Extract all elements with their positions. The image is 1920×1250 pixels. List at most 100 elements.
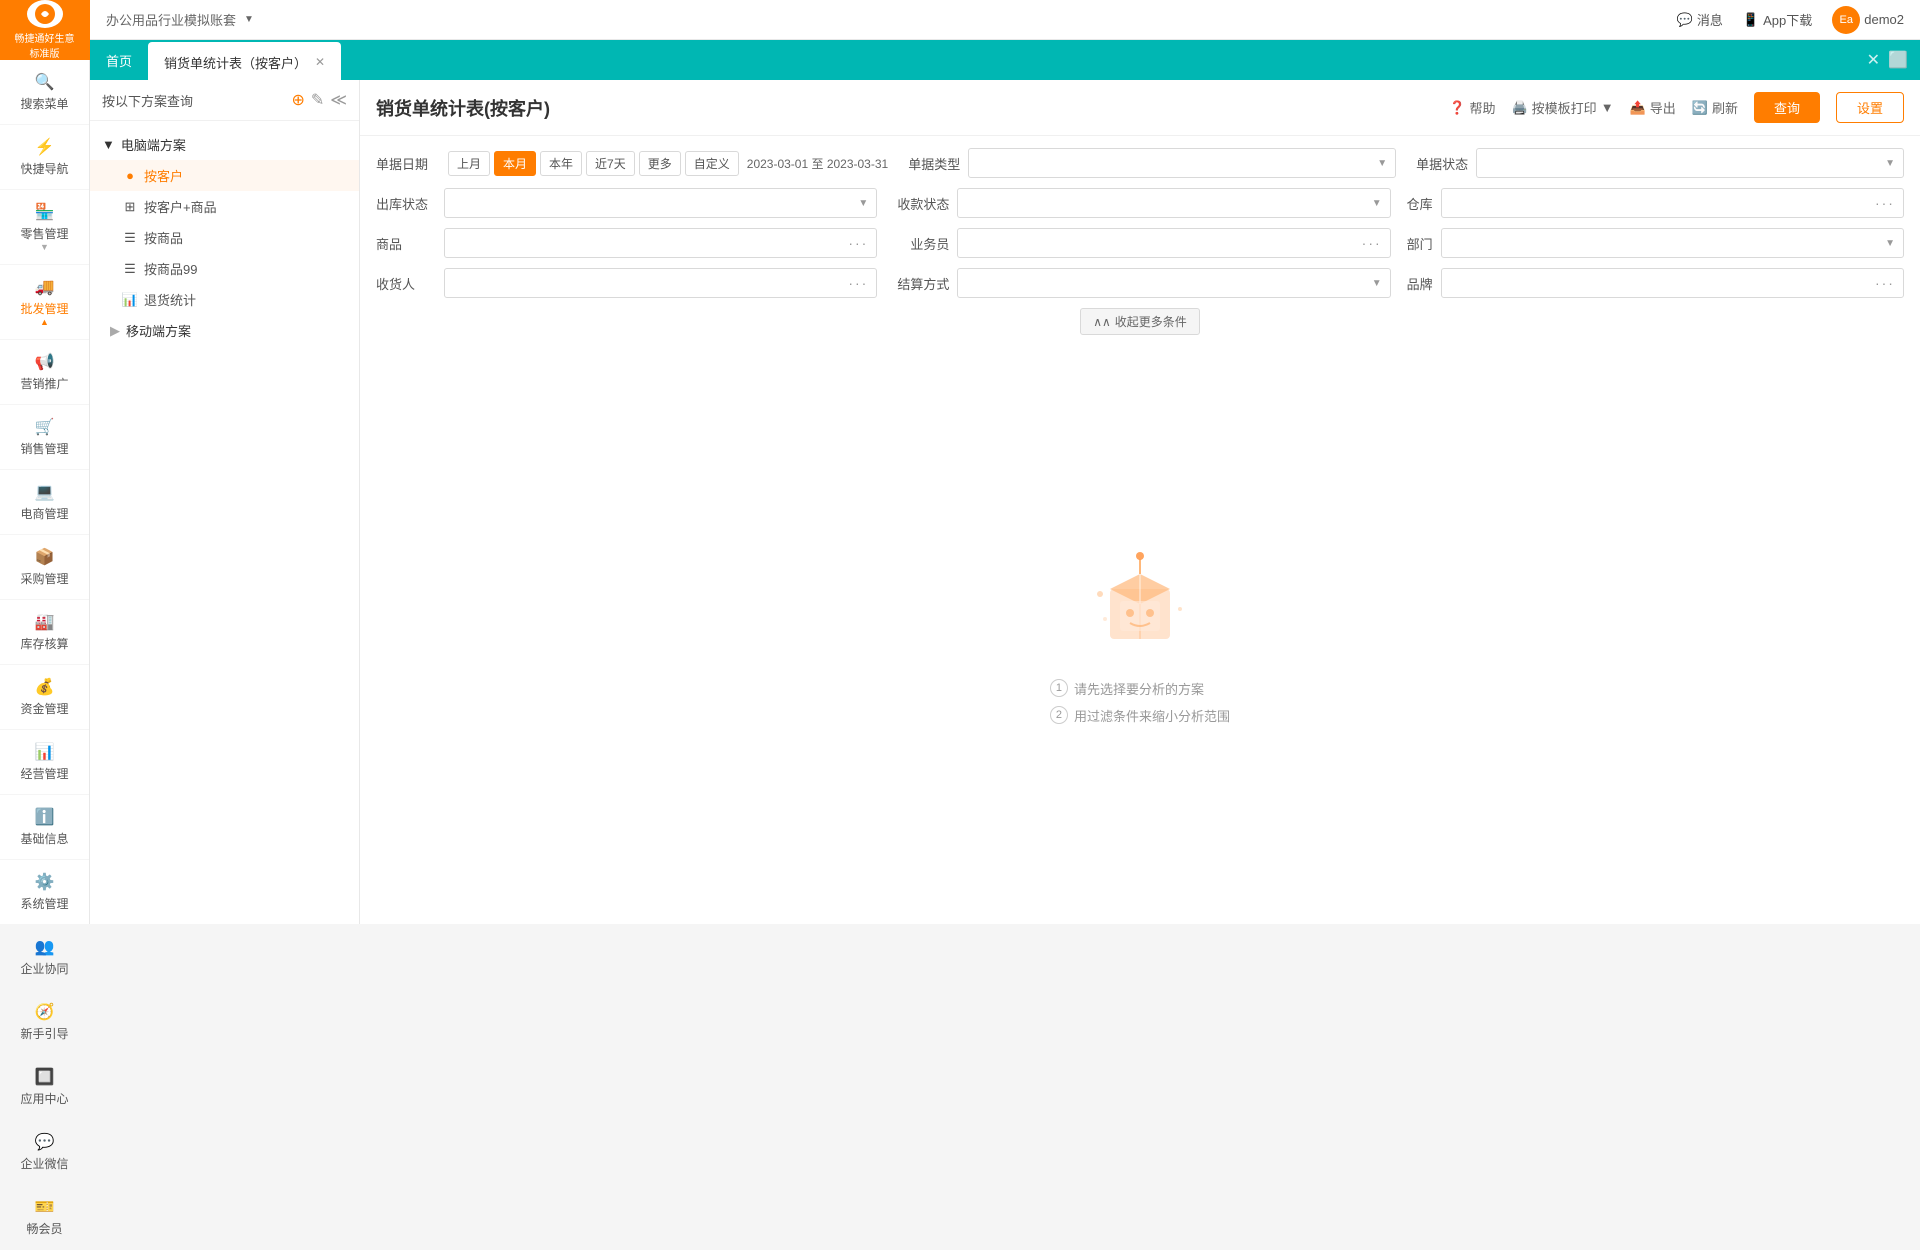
salesperson-select[interactable]: ··· [957, 228, 1390, 258]
sidebar-item-enterprise[interactable]: 👥 企业协同 [0, 925, 89, 990]
goods-select[interactable]: ··· [444, 228, 877, 258]
sidebar-item-quick-nav[interactable]: ⚡ 快捷导航 [0, 125, 89, 190]
tree-item-by-goods[interactable]: ☰ 按商品 [90, 222, 359, 253]
out-status-select[interactable]: ▼ [444, 188, 877, 218]
department-select[interactable]: ▼ [1441, 228, 1904, 258]
export-action[interactable]: 📤 导出 [1630, 98, 1676, 117]
tip-text-1: 请先选择要分析的方案 [1074, 679, 1204, 698]
operations-icon: 📊 [35, 742, 55, 762]
sidebar-item-operations[interactable]: 📊 经营管理 [0, 730, 89, 795]
brand-select[interactable]: ··· [1441, 268, 1904, 298]
tree-group-desktop-header[interactable]: ▼ 电脑端方案 [90, 129, 359, 160]
message-btn[interactable]: 💬 消息 [1677, 10, 1723, 29]
sidebar-item-newbie[interactable]: 🧭 新手引导 [0, 990, 89, 1055]
settings-button[interactable]: 设置 [1836, 92, 1904, 123]
account-name: 办公用品行业模拟账套 [106, 10, 236, 29]
inventory-icon: 🏭 [35, 612, 55, 632]
sidebar-item-search[interactable]: 🔍 搜索菜单 [0, 60, 89, 125]
receiver-select[interactable]: ··· [444, 268, 877, 298]
member-icon: 🎫 [35, 1197, 55, 1217]
sidebar-item-wholesale[interactable]: 🚚 批发管理 ▲ [0, 265, 89, 340]
right-content: 销货单统计表(按客户) ❓ 帮助 🖨️ 按模板打印 ▼ 📤 导出 [360, 80, 1920, 924]
settlement-select[interactable]: ▼ [957, 268, 1390, 298]
sidebar-item-sales[interactable]: 🛒 销售管理 [0, 405, 89, 470]
tree-item-by-goods-99[interactable]: ☰ 按商品99 [90, 253, 359, 284]
sidebar-newbie-label: 新手引导 [20, 1025, 68, 1042]
filter-row-4: 收货人 ··· 结算方式 ▼ 品牌 [376, 268, 1904, 298]
refresh-icon: 🔄 [1692, 100, 1708, 116]
app-download-btn[interactable]: 📱 App下载 [1743, 10, 1812, 29]
sidebar-marketing-label: 营销推广 [20, 375, 68, 392]
sidebar-sales-label: 销售管理 [20, 440, 68, 457]
bill-type-select[interactable]: ▼ [968, 148, 1396, 178]
empty-illustration [1080, 539, 1200, 659]
window-maximize-icon[interactable]: ⬜ [1888, 50, 1908, 70]
sidebar-item-system[interactable]: ⚙️ 系统管理 [0, 860, 89, 925]
system-icon: ⚙️ [35, 872, 55, 892]
date-btn-last-7-days[interactable]: 近7天 [586, 151, 635, 176]
page-header: 销货单统计表(按客户) ❓ 帮助 🖨️ 按模板打印 ▼ 📤 导出 [360, 80, 1920, 136]
goods-dots-icon: ··· [848, 235, 868, 251]
sidebar-item-retail[interactable]: 🏪 零售管理 ▼ [0, 190, 89, 265]
sidebar-item-enterprise-wechat[interactable]: 💬 企业微信 [0, 1120, 89, 1185]
refresh-label: 刷新 [1712, 98, 1738, 117]
refresh-action[interactable]: 🔄 刷新 [1692, 98, 1738, 117]
tab-sales-stats[interactable]: 销货单统计表（按客户） ✕ [148, 42, 341, 82]
bill-status-group: 单据状态 ▼ [1408, 148, 1904, 178]
date-btn-this-month[interactable]: 本月 [494, 151, 536, 176]
tree-item-by-customer[interactable]: ● 按客户 [90, 160, 359, 191]
add-scheme-icon[interactable]: ⊕ [291, 90, 304, 110]
out-status-arrow-icon: ▼ [858, 198, 868, 209]
collapse-side-icon[interactable]: ≪ [330, 90, 347, 110]
by-goods-icon: ☰ [122, 230, 138, 246]
main-area: 办公用品行业模拟账套 ▼ 💬 消息 📱 App下载 Ea demo2 首页 [90, 0, 1920, 924]
return-stats-label: 退货统计 [144, 290, 196, 309]
settlement-group: 结算方式 ▼ [889, 268, 1390, 298]
print-dropdown-icon[interactable]: ▼ [1601, 100, 1614, 115]
mobile-group-label: 移动端方案 [126, 321, 191, 340]
app-name: 畅捷通好生意 [15, 30, 75, 45]
header-left: 办公用品行业模拟账套 ▼ [106, 10, 254, 29]
print-action[interactable]: 🖨️ 按模板打印 ▼ [1511, 98, 1613, 117]
help-action[interactable]: ❓ 帮助 [1449, 98, 1495, 117]
sidebar-item-ecommerce[interactable]: 💻 电商管理 [0, 470, 89, 535]
date-btn-last-month[interactable]: 上月 [448, 151, 490, 176]
filter-row-1: 单据日期 上月 本月 本年 近7天 更多 自定义 2023-03-01 至 20… [376, 148, 1904, 178]
out-status-group: 出库状态 ▼ [376, 188, 877, 218]
tree-item-return-stats[interactable]: 📊 退货统计 [90, 284, 359, 315]
collection-status-select[interactable]: ▼ [957, 188, 1390, 218]
window-close-icon[interactable]: ✕ [1867, 50, 1880, 70]
sidebar-item-member[interactable]: 🎫 畅会员 [0, 1185, 89, 1250]
tab-home[interactable]: 首页 [90, 40, 148, 80]
user-menu[interactable]: Ea demo2 [1832, 6, 1904, 34]
date-btn-custom[interactable]: 自定义 [685, 151, 739, 176]
collapse-button[interactable]: ∧∧ 收起更多条件 [1080, 308, 1200, 335]
return-stats-icon: 📊 [122, 292, 138, 308]
sidebar-operations-label: 经营管理 [20, 765, 68, 782]
sidebar-item-purchase[interactable]: 📦 采购管理 [0, 535, 89, 600]
bill-status-select[interactable]: ▼ [1476, 148, 1904, 178]
sidebar-item-marketing[interactable]: 📢 营销推广 [0, 340, 89, 405]
app-download-icon: 📱 [1743, 12, 1759, 28]
sidebar-enterprise-wechat-label: 企业微信 [20, 1155, 68, 1172]
sidebar-item-inventory[interactable]: 🏭 库存核算 [0, 600, 89, 665]
query-button[interactable]: 查询 [1754, 92, 1820, 123]
scheme-tree: ▼ 电脑端方案 ● 按客户 ⊞ 按客户+商品 ☰ 按商品 [90, 121, 359, 354]
account-dropdown-icon[interactable]: ▼ [244, 14, 254, 25]
retail-arrow-icon: ▼ [40, 242, 49, 252]
desktop-group-label: 电脑端方案 [121, 135, 186, 154]
department-arrow-icon: ▼ [1885, 238, 1895, 249]
sidebar-item-app-center[interactable]: 🔲 应用中心 [0, 1055, 89, 1120]
message-label: 消息 [1697, 10, 1723, 29]
edit-scheme-icon[interactable]: ✎ [311, 90, 324, 110]
receiver-group: 收货人 ··· [376, 268, 877, 298]
tree-item-by-customer-goods[interactable]: ⊞ 按客户+商品 [90, 191, 359, 222]
sidebar-item-basic[interactable]: ℹ️ 基础信息 [0, 795, 89, 860]
warehouse-select[interactable]: ··· [1441, 188, 1904, 218]
sidebar-item-finance[interactable]: 💰 资金管理 [0, 665, 89, 730]
tree-group-mobile-header[interactable]: ▶ 移动端方案 [90, 315, 359, 346]
date-btn-more[interactable]: 更多 [639, 151, 681, 176]
department-label: 部门 [1403, 234, 1433, 253]
tab-close-icon[interactable]: ✕ [315, 55, 325, 69]
date-btn-this-year[interactable]: 本年 [540, 151, 582, 176]
